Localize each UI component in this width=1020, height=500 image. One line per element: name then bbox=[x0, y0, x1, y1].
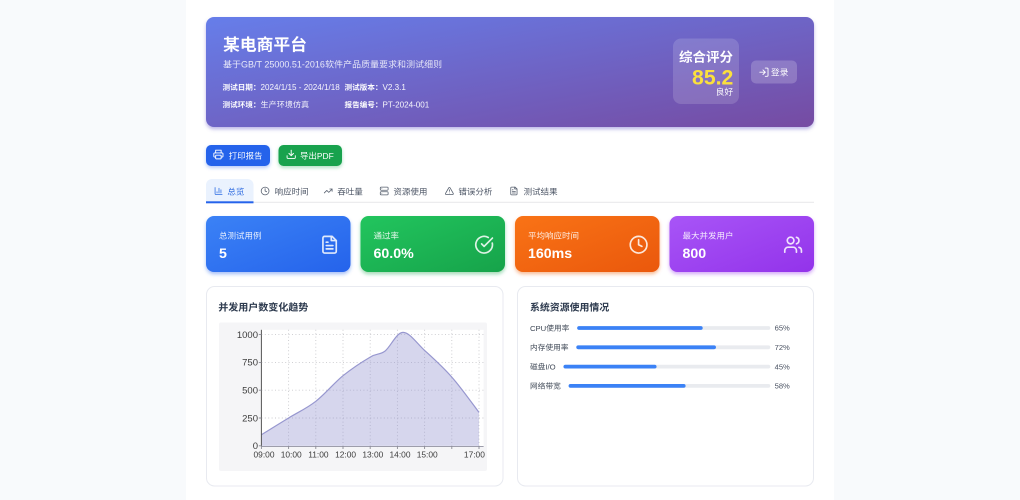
svg-text:CPU: CPU bbox=[530, 324, 546, 333]
svg-text:13:00: 13:00 bbox=[362, 449, 383, 459]
svg-text:85.2: 85.2 bbox=[692, 66, 733, 89]
svg-text:14:00: 14:00 bbox=[390, 449, 411, 459]
svg-text:65%: 65% bbox=[775, 324, 790, 333]
svg-text:5: 5 bbox=[219, 246, 227, 262]
svg-text:60.0%: 60.0% bbox=[374, 246, 415, 262]
svg-text:250: 250 bbox=[242, 413, 258, 424]
svg-text:72%: 72% bbox=[775, 343, 790, 352]
svg-text:2024/1/15 - 2024/1/18: 2024/1/15 - 2024/1/18 bbox=[261, 83, 341, 92]
svg-text:160ms: 160ms bbox=[528, 246, 572, 262]
svg-text:10:00: 10:00 bbox=[281, 449, 302, 459]
svg-text:1000: 1000 bbox=[237, 330, 258, 341]
svg-text:09:00: 09:00 bbox=[254, 449, 275, 459]
svg-text:PT-2024-001: PT-2024-001 bbox=[383, 100, 430, 109]
svg-text:I/O: I/O bbox=[545, 362, 555, 371]
svg-text:500: 500 bbox=[242, 386, 258, 397]
svg-text:800: 800 bbox=[683, 246, 707, 262]
svg-text:V2.3.1: V2.3.1 bbox=[383, 83, 407, 92]
svg-text:12:00: 12:00 bbox=[335, 449, 356, 459]
svg-text:GB/T 25000.51-2016: GB/T 25000.51-2016 bbox=[241, 60, 325, 70]
svg-text:45%: 45% bbox=[775, 362, 790, 371]
svg-text:17:00: 17:00 bbox=[464, 449, 485, 459]
svg-text:11:00: 11:00 bbox=[308, 449, 329, 459]
svg-text:58%: 58% bbox=[775, 382, 790, 391]
svg-text:15:00: 15:00 bbox=[417, 449, 438, 459]
svg-text:750: 750 bbox=[242, 358, 258, 369]
svg-text:PDF: PDF bbox=[317, 151, 334, 161]
